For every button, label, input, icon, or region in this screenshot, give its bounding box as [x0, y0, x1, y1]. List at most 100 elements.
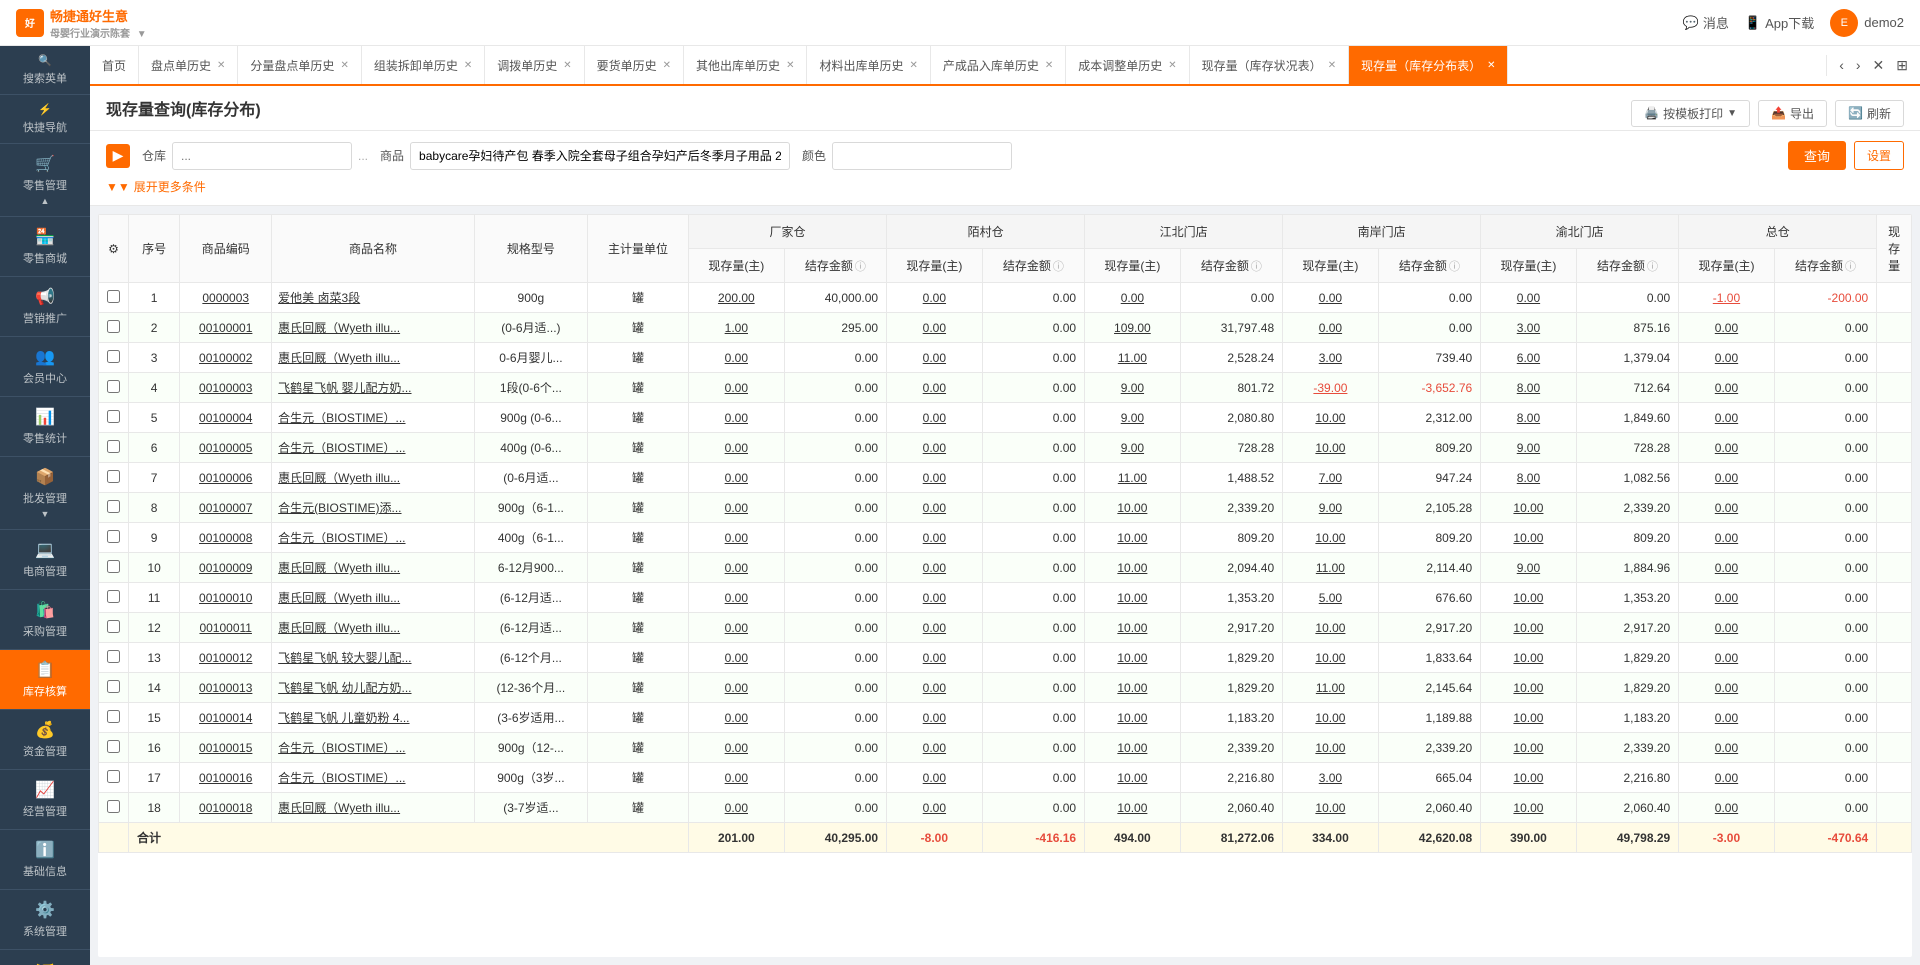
sidebar-item-inventory[interactable]: 📋 库存核算 [0, 650, 90, 710]
cell-g4-qty[interactable]: 0.00 [1283, 313, 1379, 343]
cell-g5-qty[interactable]: 8.00 [1481, 403, 1577, 433]
info-icon-1[interactable]: ⓘ [855, 261, 866, 273]
tab-stock-status[interactable]: 现存量（库存状况表） ✕ [1190, 46, 1349, 85]
cell-name[interactable]: 合生元（BIOSTIME）... [272, 523, 475, 553]
cell-name[interactable]: 惠氏回厩（Wyeth illu... [272, 463, 475, 493]
cell-g4-qty[interactable]: -39.00 [1283, 373, 1379, 403]
cell-g6-qty[interactable]: 0.00 [1679, 373, 1775, 403]
cell-g6-qty[interactable]: 0.00 [1679, 763, 1775, 793]
cell-g1-qty[interactable]: 0.00 [689, 733, 785, 763]
cell-g2-qty[interactable]: 0.00 [887, 583, 983, 613]
cell-g6-qty[interactable]: 0.00 [1679, 733, 1775, 763]
cell-check[interactable] [99, 613, 129, 643]
cell-g2-qty[interactable]: 0.00 [887, 673, 983, 703]
info-icon-3[interactable]: ⓘ [1251, 261, 1262, 273]
refresh-button[interactable]: 🔄 刷新 [1835, 100, 1904, 127]
sidebar-item-member[interactable]: 👥 会员中心 [0, 337, 90, 397]
tab-transfer-history[interactable]: 调拨单历史 ✕ [485, 46, 584, 85]
cell-g1-qty[interactable]: 0.00 [689, 373, 785, 403]
cell-g3-qty[interactable]: 9.00 [1085, 403, 1181, 433]
cell-g1-qty[interactable]: 0.00 [689, 583, 785, 613]
cell-name[interactable]: 惠氏回厩（Wyeth illu... [272, 313, 475, 343]
cell-code[interactable]: 00100002 [180, 343, 272, 373]
cell-g3-qty[interactable]: 9.00 [1085, 373, 1181, 403]
cell-name[interactable]: 飞鹤星飞帆 幼儿配方奶... [272, 673, 475, 703]
tab-nav-expand[interactable]: ⊞ [1892, 55, 1912, 76]
cell-g1-qty[interactable]: 0.00 [689, 793, 785, 823]
cell-g2-qty[interactable]: 0.00 [887, 463, 983, 493]
cell-g5-qty[interactable]: 6.00 [1481, 343, 1577, 373]
tab-cost-adjust[interactable]: 成本调整单历史 ✕ [1066, 46, 1189, 85]
cell-name[interactable]: 惠氏回厩（Wyeth illu... [272, 793, 475, 823]
cell-g6-qty[interactable]: 0.00 [1679, 493, 1775, 523]
expand-toggle-btn[interactable]: ▶ [106, 144, 130, 168]
cell-g2-qty[interactable]: 0.00 [887, 763, 983, 793]
cell-name[interactable]: 合生元(BIOSTIME)添... [272, 493, 475, 523]
close-icon-5[interactable]: ✕ [663, 60, 671, 71]
cell-g1-qty[interactable]: 0.00 [689, 493, 785, 523]
close-icon-6[interactable]: ✕ [786, 60, 794, 71]
cell-g6-qty[interactable]: 0.00 [1679, 553, 1775, 583]
expand-conditions-btn[interactable]: ▼▼ 展开更多条件 [106, 178, 1904, 195]
cell-g6-qty[interactable]: 0.00 [1679, 643, 1775, 673]
close-icon-4[interactable]: ✕ [563, 60, 571, 71]
cell-check[interactable] [99, 553, 129, 583]
tab-nav-next[interactable]: › [1852, 55, 1865, 75]
tab-order-history[interactable]: 要货单历史 ✕ [585, 46, 684, 85]
cell-g2-qty[interactable]: 0.00 [887, 283, 983, 313]
cell-g4-qty[interactable]: 10.00 [1283, 733, 1379, 763]
cell-check[interactable] [99, 643, 129, 673]
cell-check[interactable] [99, 313, 129, 343]
cell-g3-qty[interactable]: 11.00 [1085, 463, 1181, 493]
cell-name[interactable]: 飞鹤星飞帆 较大婴儿配... [272, 643, 475, 673]
cell-g5-qty[interactable]: 10.00 [1481, 493, 1577, 523]
cell-g1-qty[interactable]: 0.00 [689, 403, 785, 433]
cell-g4-qty[interactable]: 10.00 [1283, 613, 1379, 643]
cell-code[interactable]: 00100016 [180, 763, 272, 793]
cell-code[interactable]: 00100003 [180, 373, 272, 403]
cell-name[interactable]: 爱他美 卤菜3段 [272, 283, 475, 313]
cell-check[interactable] [99, 583, 129, 613]
cell-g2-qty[interactable]: 0.00 [887, 343, 983, 373]
cell-name[interactable]: 合生元（BIOSTIME）... [272, 763, 475, 793]
cell-g4-qty[interactable]: 9.00 [1283, 493, 1379, 523]
cell-g2-qty[interactable]: 0.00 [887, 403, 983, 433]
cell-g6-qty[interactable]: 0.00 [1679, 523, 1775, 553]
cell-check[interactable] [99, 733, 129, 763]
cell-g4-qty[interactable]: 10.00 [1283, 793, 1379, 823]
sidebar-item-search[interactable]: 🔍 搜索英单 [0, 46, 90, 95]
cell-g2-qty[interactable]: 0.00 [887, 793, 983, 823]
cell-g1-qty[interactable]: 0.00 [689, 523, 785, 553]
cell-g3-qty[interactable]: 10.00 [1085, 523, 1181, 553]
sidebar-item-enterprise[interactable]: 🤝 企业协同 [0, 950, 90, 965]
cell-g2-qty[interactable]: 0.00 [887, 313, 983, 343]
cell-g5-qty[interactable]: 10.00 [1481, 643, 1577, 673]
cell-g6-qty[interactable]: 0.00 [1679, 703, 1775, 733]
cell-g1-qty[interactable]: 0.00 [689, 763, 785, 793]
cell-g5-qty[interactable]: 10.00 [1481, 703, 1577, 733]
cell-name[interactable]: 合生元（BIOSTIME）... [272, 433, 475, 463]
cell-check[interactable] [99, 763, 129, 793]
cell-g3-qty[interactable]: 10.00 [1085, 673, 1181, 703]
cell-name[interactable]: 惠氏回厩（Wyeth illu... [272, 343, 475, 373]
cell-g6-qty[interactable]: 0.00 [1679, 433, 1775, 463]
sidebar-item-purchase[interactable]: 🛍️ 采购管理 [0, 590, 90, 650]
cell-g1-qty[interactable]: 0.00 [689, 433, 785, 463]
cell-g4-qty[interactable]: 3.00 [1283, 343, 1379, 373]
tab-nav-close[interactable]: ✕ [1869, 55, 1889, 76]
sidebar-item-operations[interactable]: 📈 经营管理 [0, 770, 90, 830]
cell-name[interactable]: 惠氏回厩（Wyeth illu... [272, 553, 475, 583]
sidebar-item-quicknav[interactable]: ⚡ 快捷导航 [0, 95, 90, 144]
cell-g3-qty[interactable]: 10.00 [1085, 553, 1181, 583]
tab-part-stocktake[interactable]: 分量盘点单历史 ✕ [238, 46, 361, 85]
cell-g4-qty[interactable]: 7.00 [1283, 463, 1379, 493]
cell-check[interactable] [99, 463, 129, 493]
cell-g3-qty[interactable]: 11.00 [1085, 343, 1181, 373]
sidebar-item-retail-shop[interactable]: 🏪 零售商城 [0, 217, 90, 277]
cell-g4-qty[interactable]: 0.00 [1283, 283, 1379, 313]
cell-code[interactable]: 00100006 [180, 463, 272, 493]
cell-check[interactable] [99, 433, 129, 463]
cell-g6-qty[interactable]: 0.00 [1679, 403, 1775, 433]
th-gear[interactable]: ⚙ [99, 215, 129, 283]
sidebar-item-retail-stat[interactable]: 📊 零售统计 [0, 397, 90, 457]
